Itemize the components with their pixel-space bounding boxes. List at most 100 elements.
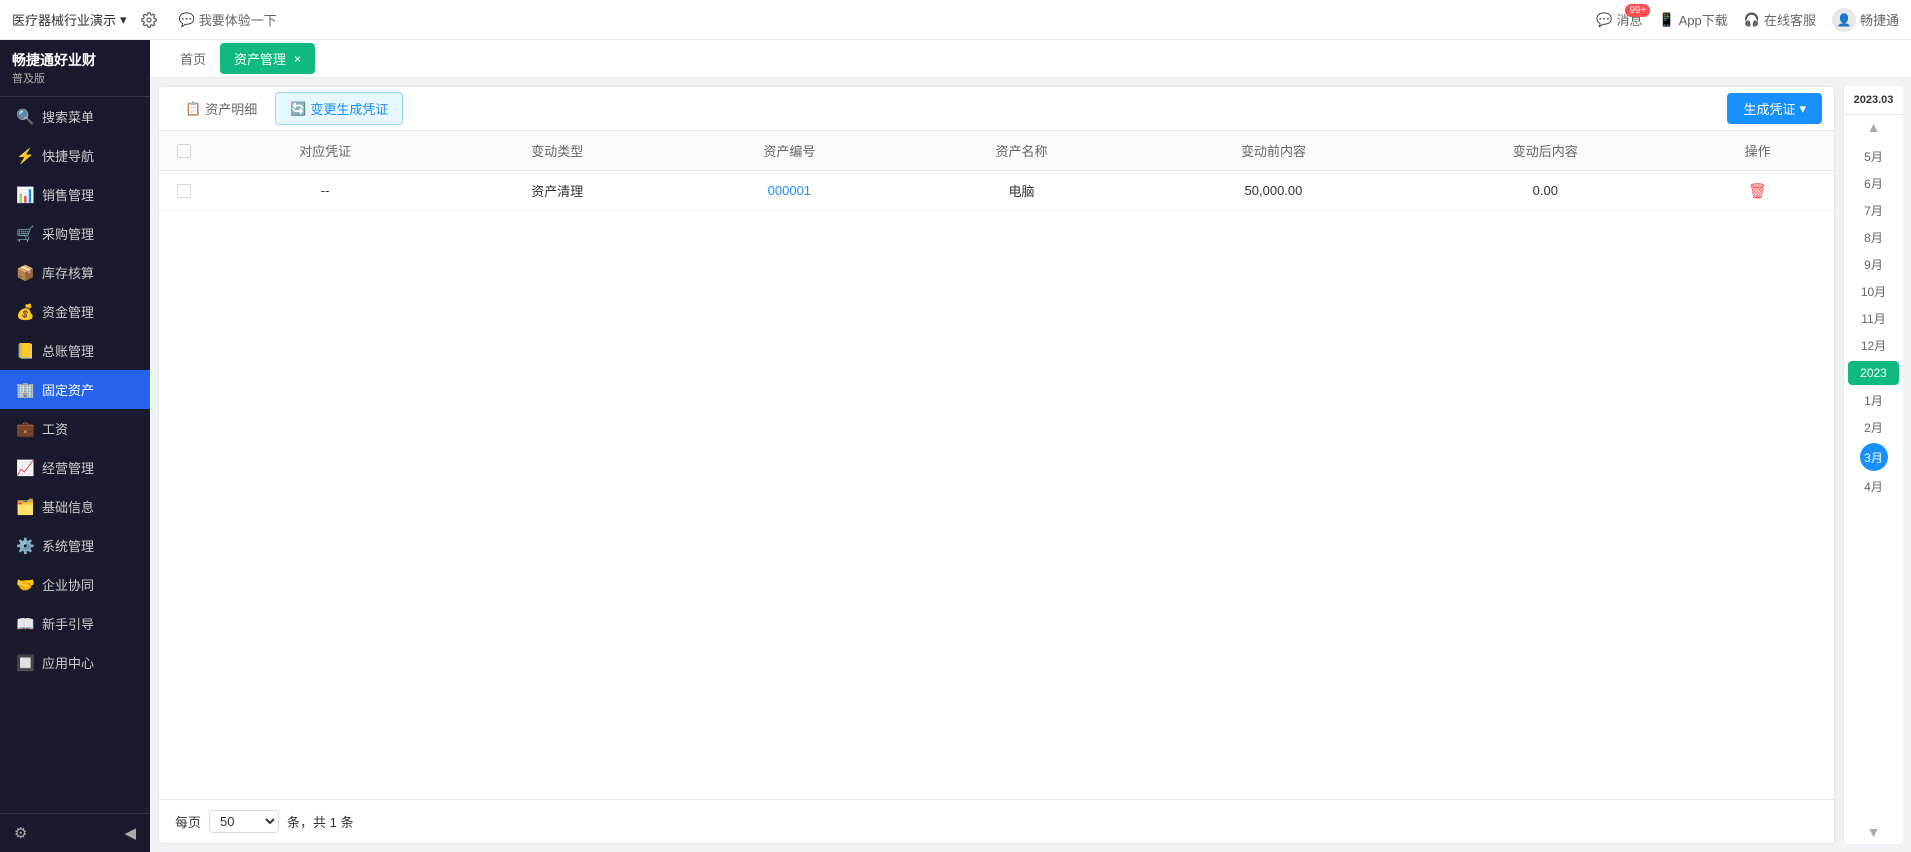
table-container: 对应凭证 变动类型 资产编号 资产名称 变动前内容 变动后内容 操作: [159, 131, 1834, 799]
sidebar-item-cooperation[interactable]: 🤝 企业协同: [0, 565, 150, 604]
row-after-change: 0.00: [1409, 171, 1681, 211]
operations-icon: 📈: [16, 459, 34, 477]
sidebar-item-label: 企业协同: [42, 575, 94, 594]
sidebar-item-label: 固定资产: [42, 380, 94, 399]
sidebar-item-label: 新手引导: [42, 614, 94, 633]
per-page-label: 每页: [175, 812, 201, 831]
timeline-1[interactable]: 1月: [1844, 387, 1903, 414]
timeline-7[interactable]: 7月: [1844, 197, 1903, 224]
sidebar-item-guide[interactable]: 📖 新手引导: [0, 604, 150, 643]
table-header-row: 对应凭证 变动类型 资产编号 资产名称 变动前内容 变动后内容 操作: [159, 131, 1834, 171]
sidebar-logo: 畅捷通好业财 普及版: [0, 40, 150, 97]
data-table: 对应凭证 变动类型 资产编号 资产名称 变动前内容 变动后内容 操作: [159, 131, 1834, 211]
fund-icon: 💰: [16, 303, 34, 321]
sidebar-item-purchase[interactable]: 🛒 采购管理: [0, 214, 150, 253]
system-icon: ⚙️: [16, 537, 34, 555]
timeline-9[interactable]: 9月: [1844, 251, 1903, 278]
row-checkbox[interactable]: [177, 184, 191, 198]
sidebar-item-label: 总账管理: [42, 341, 94, 360]
sidebar-item-basic-info[interactable]: 🗂️ 基础信息: [0, 487, 150, 526]
sidebar-item-fund[interactable]: 💰 资金管理: [0, 292, 150, 331]
settings-button[interactable]: [135, 6, 163, 34]
company-selector[interactable]: 医疗器械行业演示 ▾: [12, 10, 127, 29]
app-download-button[interactable]: 📱 App下载: [1658, 10, 1727, 29]
feedback-label: 我要体验一下: [199, 10, 277, 29]
header-left: 医疗器械行业演示 ▾ 💬 我要体验一下: [12, 6, 1596, 34]
timeline-4[interactable]: 4月: [1844, 473, 1903, 500]
online-service-icon: 🎧: [1744, 12, 1760, 28]
sidebar-item-label: 应用中心: [42, 653, 94, 672]
online-service-button[interactable]: 🎧 在线客服: [1744, 10, 1816, 29]
sidebar-item-fixed-assets[interactable]: 🏢 固定资产: [0, 370, 150, 409]
col-change-type: 变动类型: [441, 131, 673, 171]
timeline-2[interactable]: 2月: [1844, 414, 1903, 441]
timeline-5[interactable]: 5月: [1844, 143, 1903, 170]
row-voucher: --: [209, 171, 441, 211]
app-download-icon: 📱: [1658, 12, 1674, 28]
sub-tab-change-voucher[interactable]: 🔄 变更生成凭证: [275, 92, 403, 125]
sub-tabs-left: 📋 资产明细 🔄 变更生成凭证: [171, 92, 403, 125]
timeline-8[interactable]: 8月: [1844, 224, 1903, 251]
app-center-icon: 🔲: [16, 654, 34, 672]
delete-button[interactable]: 🗑: [1748, 183, 1767, 200]
col-operation: 操作: [1681, 131, 1834, 171]
avatar: 👤: [1832, 8, 1856, 32]
feedback-icon: 💬: [179, 12, 195, 28]
sidebar-item-label: 资金管理: [42, 302, 94, 321]
timeline-6[interactable]: 6月: [1844, 170, 1903, 197]
user-profile[interactable]: 👤 畅捷通: [1832, 8, 1899, 32]
tab-home[interactable]: 首页: [166, 43, 220, 74]
collapse-icon[interactable]: ◀: [124, 824, 136, 842]
sidebar-item-payroll[interactable]: 💼 工资: [0, 409, 150, 448]
per-page-select[interactable]: 50 10 20 100: [209, 810, 279, 833]
sidebar-bottom: ⚙ ◀: [0, 813, 150, 852]
sidebar-item-ledger[interactable]: 📒 总账管理: [0, 331, 150, 370]
row-asset-code: 000001: [673, 171, 905, 211]
sidebar: 畅捷通好业财 普及版 🔍 搜索菜单 ⚡ 快捷导航 📊 销售管理 🛒 采购管理 📦: [0, 40, 150, 852]
sidebar-item-quick-nav[interactable]: ⚡ 快捷导航: [0, 136, 150, 175]
sub-tab-asset-detail[interactable]: 📋 资产明细: [171, 93, 271, 124]
top-header: 医疗器械行业演示 ▾ 💬 我要体验一下 💬 消息 99+ 📱 App下载 🎧 在…: [0, 0, 1911, 40]
timeline-3[interactable]: 3月: [1860, 443, 1888, 471]
payroll-icon: 💼: [16, 420, 34, 438]
col-checkbox: [159, 131, 209, 171]
row-operation: 🗑: [1681, 171, 1834, 211]
settings-bottom-icon[interactable]: ⚙: [14, 824, 27, 842]
sales-icon: 📊: [16, 186, 34, 204]
ledger-icon: 📒: [16, 342, 34, 360]
header-checkbox[interactable]: [177, 144, 191, 158]
sidebar-item-search-menu[interactable]: 🔍 搜索菜单: [0, 97, 150, 136]
page-content: 📋 资产明细 🔄 变更生成凭证 生成凭证 ▾: [150, 78, 1911, 852]
col-before-change: 变动前内容: [1138, 131, 1410, 171]
message-button[interactable]: 💬 消息 99+: [1596, 10, 1642, 29]
timeline-11[interactable]: 11月: [1844, 305, 1903, 332]
tab-asset-management[interactable]: 资产管理 ×: [220, 43, 315, 74]
timeline-nav-down[interactable]: ▼: [1844, 820, 1903, 844]
sidebar-item-inventory[interactable]: 📦 库存核算: [0, 253, 150, 292]
col-asset-name: 资产名称: [905, 131, 1137, 171]
change-voucher-icon: 🔄: [290, 101, 306, 117]
table-header: 对应凭证 变动类型 资产编号 资产名称 变动前内容 变动后内容 操作: [159, 131, 1834, 171]
sidebar-item-app-center[interactable]: 🔲 应用中心: [0, 643, 150, 682]
sidebar-item-operations[interactable]: 📈 经营管理: [0, 448, 150, 487]
feedback-button[interactable]: 💬 我要体验一下: [171, 10, 285, 29]
sidebar-item-sales[interactable]: 📊 销售管理: [0, 175, 150, 214]
row-asset-name: 电脑: [905, 171, 1137, 211]
message-badge: 99+: [1625, 4, 1650, 17]
asset-detail-icon: 📋: [185, 101, 201, 117]
tab-close-icon[interactable]: ×: [294, 52, 301, 66]
timeline-scroll: 5月 6月 7月 8月 9月 10月 11月 12月 2023 1月 2月 3月…: [1844, 139, 1903, 820]
right-panel-header: 2023.03: [1844, 86, 1903, 115]
sub-tabs: 📋 资产明细 🔄 变更生成凭证 生成凭证 ▾: [159, 87, 1834, 131]
company-chevron: ▾: [120, 12, 127, 28]
generate-voucher-button[interactable]: 生成凭证 ▾: [1727, 93, 1822, 124]
cooperation-icon: 🤝: [16, 576, 34, 594]
timeline-year-2023[interactable]: 2023: [1848, 361, 1899, 385]
timeline-12[interactable]: 12月: [1844, 332, 1903, 359]
inventory-icon: 📦: [16, 264, 34, 282]
year-header: 2023.03: [1854, 94, 1894, 106]
timeline-10[interactable]: 10月: [1844, 278, 1903, 305]
sidebar-item-system[interactable]: ⚙️ 系统管理: [0, 526, 150, 565]
main-layout: 畅捷通好业财 普及版 🔍 搜索菜单 ⚡ 快捷导航 📊 销售管理 🛒 采购管理 📦: [0, 40, 1911, 852]
timeline-nav-up[interactable]: ▲: [1844, 115, 1903, 139]
